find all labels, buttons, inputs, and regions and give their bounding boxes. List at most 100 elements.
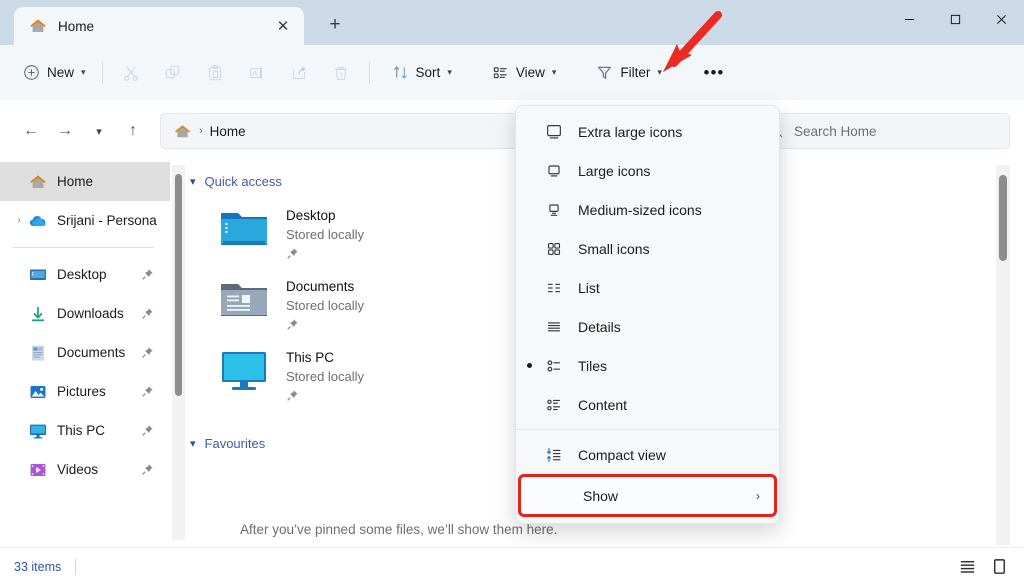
content-icon [542,395,566,415]
explorer-body: Home › Srijani - Persona Desktop Downloa… [0,162,1024,547]
details-view-toggle[interactable] [958,557,978,577]
navigation-bar: ← → ▾ ↑ › Home [0,100,1024,162]
sidebar-item-home[interactable]: Home [0,162,170,201]
sidebar-item-documents[interactable]: Documents [0,333,170,372]
sort-button[interactable]: Sort ▾ [383,56,461,90]
chevron-down-icon[interactable]: ▾ [190,437,196,450]
sidebar-item-label: Home [57,174,94,189]
monitor-medium-icon [542,200,566,220]
tab-home[interactable]: Home ✕ [14,7,304,45]
toolbar-divider-2 [368,61,370,84]
menu-item-medium-sized-icons[interactable]: Medium-sized icons [516,190,779,229]
window-controls [886,0,1024,38]
tile-meta: Documents Stored locally [286,276,364,331]
grid-small-icon [542,239,566,259]
scissors-icon [123,65,138,81]
sidebar-item-onedrive[interactable]: › Srijani - Persona [0,201,170,240]
filter-icon [598,66,612,79]
pin-icon [286,318,299,331]
monitor-xl-icon [542,122,566,142]
menu-item-label: Small icons [578,240,650,257]
new-tab-button[interactable]: + [318,8,352,42]
menu-item-details[interactable]: Details [516,307,779,346]
chevron-right-icon: › [756,488,760,503]
menu-item-content[interactable]: Content [516,385,779,424]
content-scrollbar[interactable] [996,165,1010,545]
share-button[interactable] [278,56,320,90]
sidebar-item-downloads[interactable]: Downloads [0,294,170,333]
sidebar-item-label: Pictures [57,384,106,399]
navigation-pane: Home › Srijani - Persona Desktop Downloa… [0,162,170,547]
copy-icon [165,65,179,78]
pin-icon[interactable] [141,268,154,281]
chevron-down-icon[interactable]: ▾ [190,175,196,188]
sidebar-item-videos[interactable]: Videos [0,450,170,489]
menu-item-extra-large-icons[interactable]: Extra large icons [516,112,779,151]
view-toggles [958,557,1010,577]
copy-button[interactable] [152,56,194,90]
menu-item-show[interactable]: Show › [518,474,777,517]
menu-item-compact-view[interactable]: Compact view [516,435,779,474]
status-divider [75,558,77,575]
sidebar-scrollbar[interactable] [172,165,185,540]
delete-button[interactable] [320,56,362,90]
tiles-view-toggle[interactable] [990,557,1010,577]
pictures-icon [28,382,48,402]
tile-status: Stored locally [286,227,365,242]
search-input[interactable] [794,123,997,139]
item-count: 33 items [14,559,62,574]
ellipsis-icon: ••• [703,62,725,82]
pin-icon[interactable] [141,424,154,437]
home-icon [173,122,192,141]
new-button-label: New [47,65,75,80]
sidebar-item-desktop[interactable]: Desktop [0,255,170,294]
onedrive-icon [28,211,48,231]
sidebar-item-label: Videos [57,462,99,477]
tab-title: Home [58,18,95,34]
paste-button[interactable] [194,56,236,90]
home-icon [28,172,48,192]
menu-item-label: Large icons [578,162,651,179]
filter-button[interactable]: Filter ▾ [587,56,671,90]
menu-item-label: Extra large icons [578,123,683,140]
menu-item-large-icons[interactable]: Large icons [516,151,779,190]
close-button[interactable] [978,0,1024,38]
pin-icon[interactable] [141,307,154,320]
maximize-button[interactable] [932,0,978,38]
list-icon [542,278,566,298]
pin-icon[interactable] [141,346,154,359]
chevron-down-icon: ▾ [81,67,86,77]
view-button[interactable]: View ▾ [483,56,566,90]
menu-item-small-icons[interactable]: Small icons [516,229,779,268]
sidebar-item-this-pc[interactable]: This PC [0,411,170,450]
sidebar-item-pictures[interactable]: Pictures [0,372,170,411]
content-scrollbar-thumb[interactable] [999,175,1007,261]
view-dropdown-menu: Extra large icons Large icons Medium-siz… [515,105,780,524]
compact-view-icon [542,445,566,465]
pin-icon [286,247,299,260]
svg-text:A: A [252,68,257,77]
up-button[interactable]: ↑ [116,114,150,148]
downloads-icon [28,304,48,324]
tile-name: Documents [286,279,355,294]
tile-name: Desktop [286,208,336,223]
sidebar-item-label: Desktop [57,267,107,282]
chevron-right-icon[interactable]: › [10,215,28,226]
sidebar-scrollbar-thumb[interactable] [175,174,182,396]
recent-locations-button[interactable]: ▾ [82,114,116,148]
search-box[interactable] [756,113,1010,149]
back-button[interactable]: ← [14,114,48,148]
new-button[interactable]: New ▾ [14,56,95,90]
pin-icon[interactable] [141,385,154,398]
more-options-button[interactable]: ••• [693,56,735,90]
rename-button[interactable]: A [236,56,278,90]
menu-item-tiles[interactable]: Tiles [516,346,779,385]
pin-icon[interactable] [141,463,154,476]
forward-button[interactable]: → [48,114,82,148]
close-tab-icon[interactable]: ✕ [270,13,296,39]
home-icon [28,16,48,36]
cut-button[interactable] [110,56,152,90]
monitor-large-icon [542,161,566,181]
minimize-button[interactable] [886,0,932,38]
menu-item-list[interactable]: List [516,268,779,307]
